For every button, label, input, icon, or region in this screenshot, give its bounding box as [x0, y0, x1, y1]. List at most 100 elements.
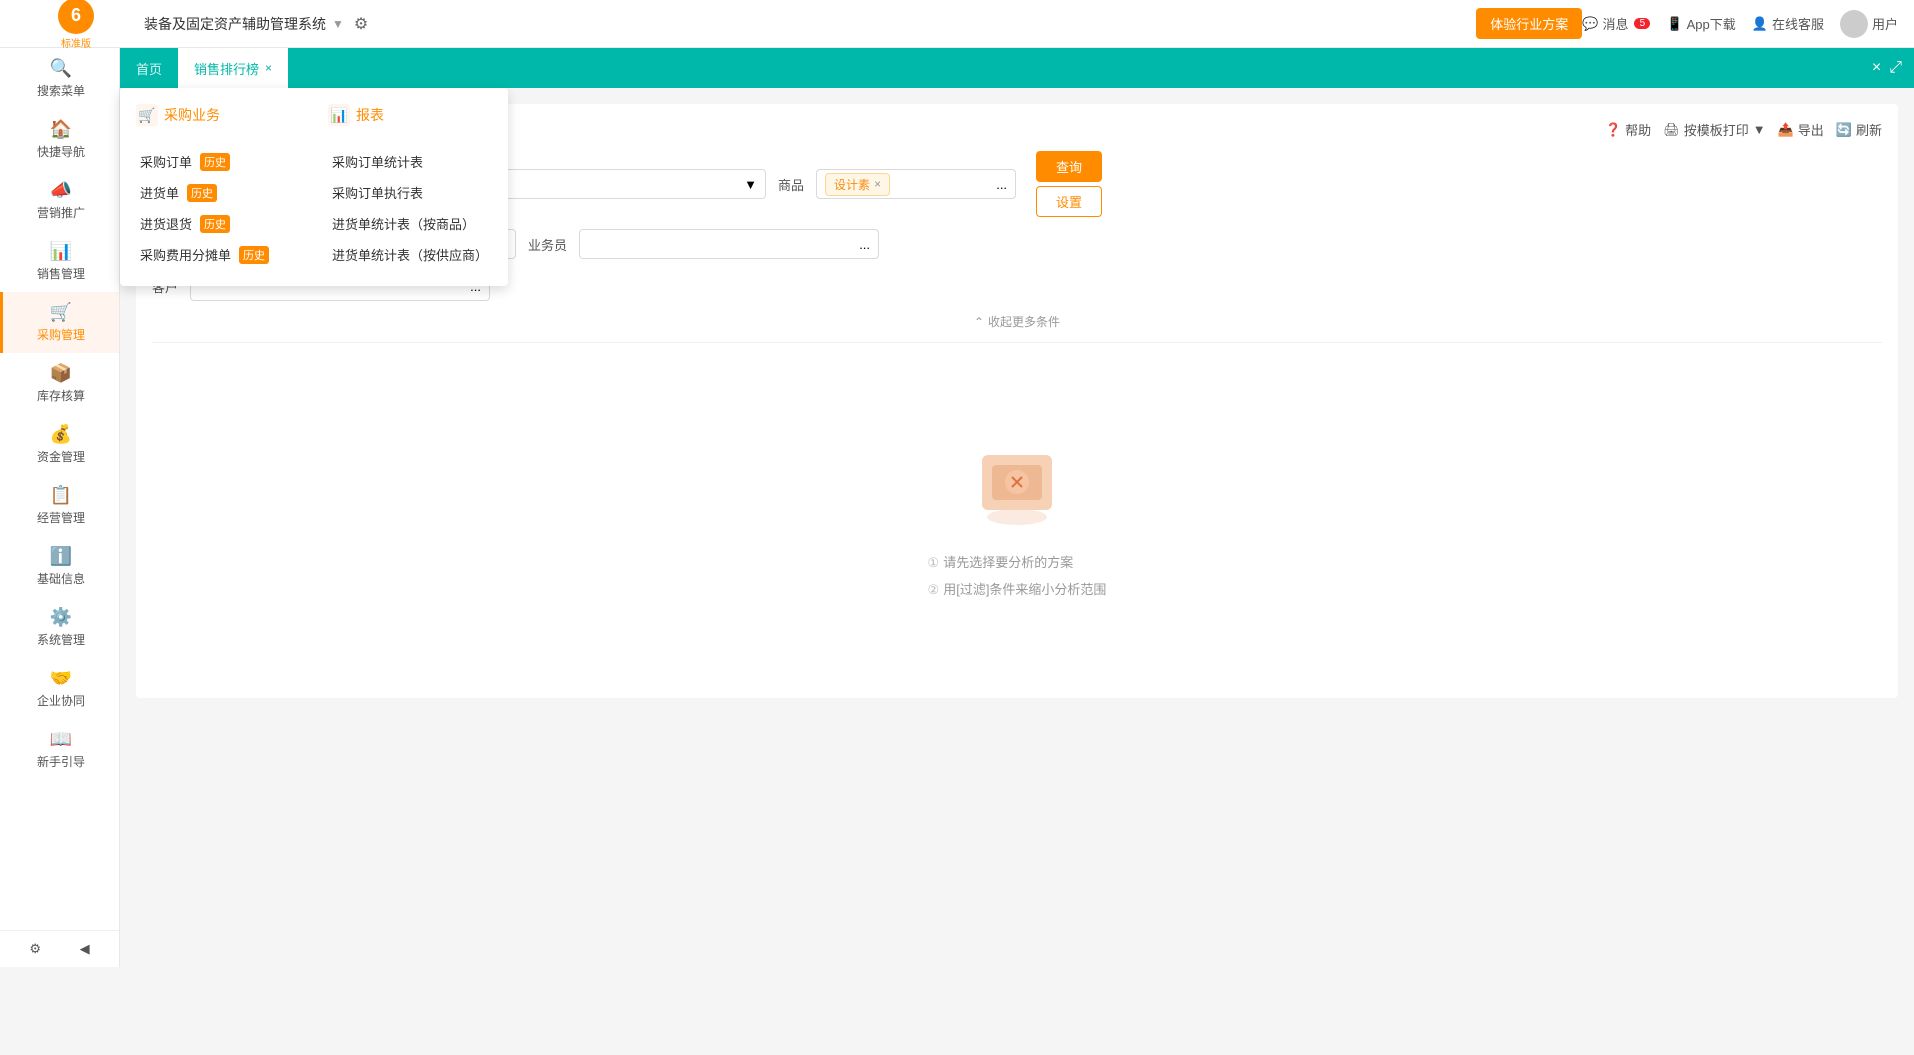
hist-badge-2[interactable]: 历史 — [187, 184, 217, 202]
menu-item-goods-stats[interactable]: 进货单统计表（按商品） — [328, 208, 492, 239]
menu-item-po-stats[interactable]: 采购订单统计表 — [328, 146, 492, 177]
export-label: 导出 — [1798, 120, 1824, 139]
help-icon: ❓ — [1605, 122, 1621, 138]
menu-item-stock-return[interactable]: 进货退货 历史 — [136, 208, 296, 239]
sidebar-item-sales[interactable]: 📊 销售管理 — [0, 231, 119, 292]
sidebar-label-search: 搜索菜单 — [37, 82, 85, 99]
hist-badge-3[interactable]: 历史 — [200, 215, 230, 233]
message-icon: 💬 — [1582, 16, 1598, 32]
sidebar-item-basicinfo[interactable]: ℹ️ 基础信息 — [0, 536, 119, 597]
empty-text-1: ① 请先选择要分析的方案 ② 用[过滤]条件来缩小分析范围 — [928, 551, 1107, 602]
sidebar-item-search[interactable]: 🔍 搜索菜单 — [0, 48, 119, 109]
supplier-stats-label: 进货单统计表（按供应商） — [332, 245, 488, 264]
messages-btn[interactable]: 💬 消息 5 — [1582, 14, 1650, 33]
service-icon: 👤 — [1752, 16, 1768, 32]
avatar — [1840, 10, 1868, 38]
report-col-icon: 📊 — [328, 104, 350, 126]
sidebar-item-operations[interactable]: 📋 经营管理 — [0, 475, 119, 536]
print-btn[interactable]: 🖨 按模板打印 ▼ — [1663, 120, 1765, 139]
user-menu[interactable]: 用户 — [1840, 10, 1898, 38]
app-download-btn[interactable]: 📱 App下载 — [1666, 14, 1735, 33]
basicinfo-icon: ℹ️ — [50, 546, 72, 567]
sidebar-label-inventory: 库存核算 — [37, 387, 85, 404]
set-button[interactable]: 设置 — [1036, 186, 1102, 217]
sidebar-item-system[interactable]: ⚙️ 系统管理 — [0, 597, 119, 658]
trial-button[interactable]: 体验行业方案 — [1476, 8, 1582, 39]
menu-item-purchase-expense[interactable]: 采购费用分摊单 历史 — [136, 239, 296, 270]
refresh-btn[interactable]: 🔄 刷新 — [1836, 120, 1882, 139]
sidebar-label-marketing: 营销推广 — [37, 204, 85, 221]
goods-select[interactable]: 设计素 × ... — [816, 169, 1016, 199]
empty-illustration — [957, 435, 1077, 535]
app-label: App下载 — [1687, 14, 1736, 33]
menu-item-stock-in[interactable]: 进货单 历史 — [136, 177, 296, 208]
col2-title-text: 报表 — [356, 105, 384, 125]
sidebar-item-marketing[interactable]: 📣 营销推广 — [0, 170, 119, 231]
system-icon: ⚙️ — [50, 607, 72, 628]
service-label: 在线客服 — [1772, 14, 1824, 33]
dropdown-col-report: 📊 报表 采购订单统计表 采购订单执行表 进货单统计表（按商品） 进货单统计表（… — [328, 104, 492, 270]
operations-icon: 📋 — [50, 485, 72, 506]
stock-in-label: 进货单 — [140, 183, 179, 202]
logo-subtitle: 标准版 — [61, 35, 91, 50]
sidebar-item-funds[interactable]: 💰 资金管理 — [0, 414, 119, 475]
goods-filter-label: 商品 — [778, 175, 804, 194]
query-button[interactable]: 查询 — [1036, 151, 1102, 182]
system-dropdown-arrow[interactable]: ▼ — [332, 17, 344, 31]
tabbar-actions: × ⤢ — [1872, 59, 1914, 77]
window-expand-btn[interactable]: ⤢ — [1889, 59, 1902, 77]
purchase-col-icon: 🛒 — [136, 104, 158, 126]
sidebar-label-quicknav: 快捷导航 — [37, 143, 85, 160]
search-icon: 🔍 — [50, 58, 72, 79]
sidebar-settings-btn[interactable]: ⚙ — [29, 941, 41, 957]
system-name-area: 装备及固定资产辅助管理系统 ▼ ⚙ — [144, 14, 1468, 34]
tab-sales-ranking[interactable]: 销售排行榜 × — [178, 48, 288, 88]
sidebar-bottom: ⚙ ◀ — [0, 930, 119, 967]
salesperson-select[interactable]: ... — [579, 229, 879, 259]
tab-close-icon[interactable]: × — [265, 61, 272, 75]
sidebar-item-inventory[interactable]: 📦 库存核算 — [0, 353, 119, 414]
funds-icon: 💰 — [50, 424, 72, 445]
logo: 6 标准版 — [16, 0, 136, 50]
empty-line2: 用[过滤]条件来缩小分析范围 — [943, 578, 1106, 601]
menu-item-po-exec[interactable]: 采购订单执行表 — [328, 177, 492, 208]
sidebar-item-guide[interactable]: 📖 新手引导 — [0, 719, 119, 780]
window-close-btn[interactable]: × — [1872, 59, 1881, 77]
print-label: 按模板打印 — [1684, 120, 1749, 139]
goods-tag-close[interactable]: × — [874, 177, 881, 191]
inventory-icon: 📦 — [50, 363, 72, 384]
sidebar-label-system: 系统管理 — [37, 631, 85, 648]
goods-more-btn[interactable]: ... — [996, 177, 1007, 192]
sidebar-item-quicknav[interactable]: 🏠 快捷导航 — [0, 109, 119, 170]
hist-badge-1[interactable]: 历史 — [200, 153, 230, 171]
salesperson-filter-label: 业务员 — [528, 235, 567, 254]
sidebar-item-cooperation[interactable]: 🤝 企业协同 — [0, 658, 119, 719]
goods-stats-label: 进货单统计表（按商品） — [332, 214, 475, 233]
hist-badge-4[interactable]: 历史 — [239, 246, 269, 264]
col1-title-text: 采购业务 — [164, 105, 220, 125]
salesperson-more-btn[interactable]: ... — [859, 237, 870, 252]
menu-item-purchase-order[interactable]: 采购订单 历史 — [136, 146, 296, 177]
empty-line1: 请先选择要分析的方案 — [943, 551, 1073, 574]
help-label: 帮助 — [1625, 120, 1651, 139]
status-select[interactable]: ▼ — [466, 169, 766, 199]
help-btn[interactable]: ❓ 帮助 — [1605, 120, 1651, 139]
sidebar-label-funds: 资金管理 — [37, 448, 85, 465]
sidebar-label-operations: 经营管理 — [37, 509, 85, 526]
menu-item-supplier-stats[interactable]: 进货单统计表（按供应商） — [328, 239, 492, 270]
system-name: 装备及固定资产辅助管理系统 — [144, 14, 326, 34]
status-arrow: ▼ — [744, 177, 757, 192]
message-badge: 5 — [1634, 18, 1650, 29]
collapse-filter-btn[interactable]: ⌃ 收起更多条件 — [152, 313, 1882, 330]
sidebar-item-purchase[interactable]: 🛒 采购管理 — [0, 292, 119, 353]
empty-state: ① 请先选择要分析的方案 ② 用[过滤]条件来缩小分析范围 — [152, 355, 1882, 682]
online-service-btn[interactable]: 👤 在线客服 — [1752, 14, 1824, 33]
cooperation-icon: 🤝 — [50, 668, 72, 689]
system-settings-icon[interactable]: ⚙ — [354, 14, 368, 34]
sidebar-collapse-btn[interactable]: ◀ — [80, 941, 90, 957]
sales-icon: 📊 — [50, 241, 72, 262]
export-btn[interactable]: 📤 导出 — [1778, 120, 1824, 139]
content-divider — [152, 342, 1882, 343]
tabbar: 首页 销售排行榜 × × ⤢ — [120, 48, 1914, 88]
tab-home[interactable]: 首页 — [120, 48, 178, 88]
